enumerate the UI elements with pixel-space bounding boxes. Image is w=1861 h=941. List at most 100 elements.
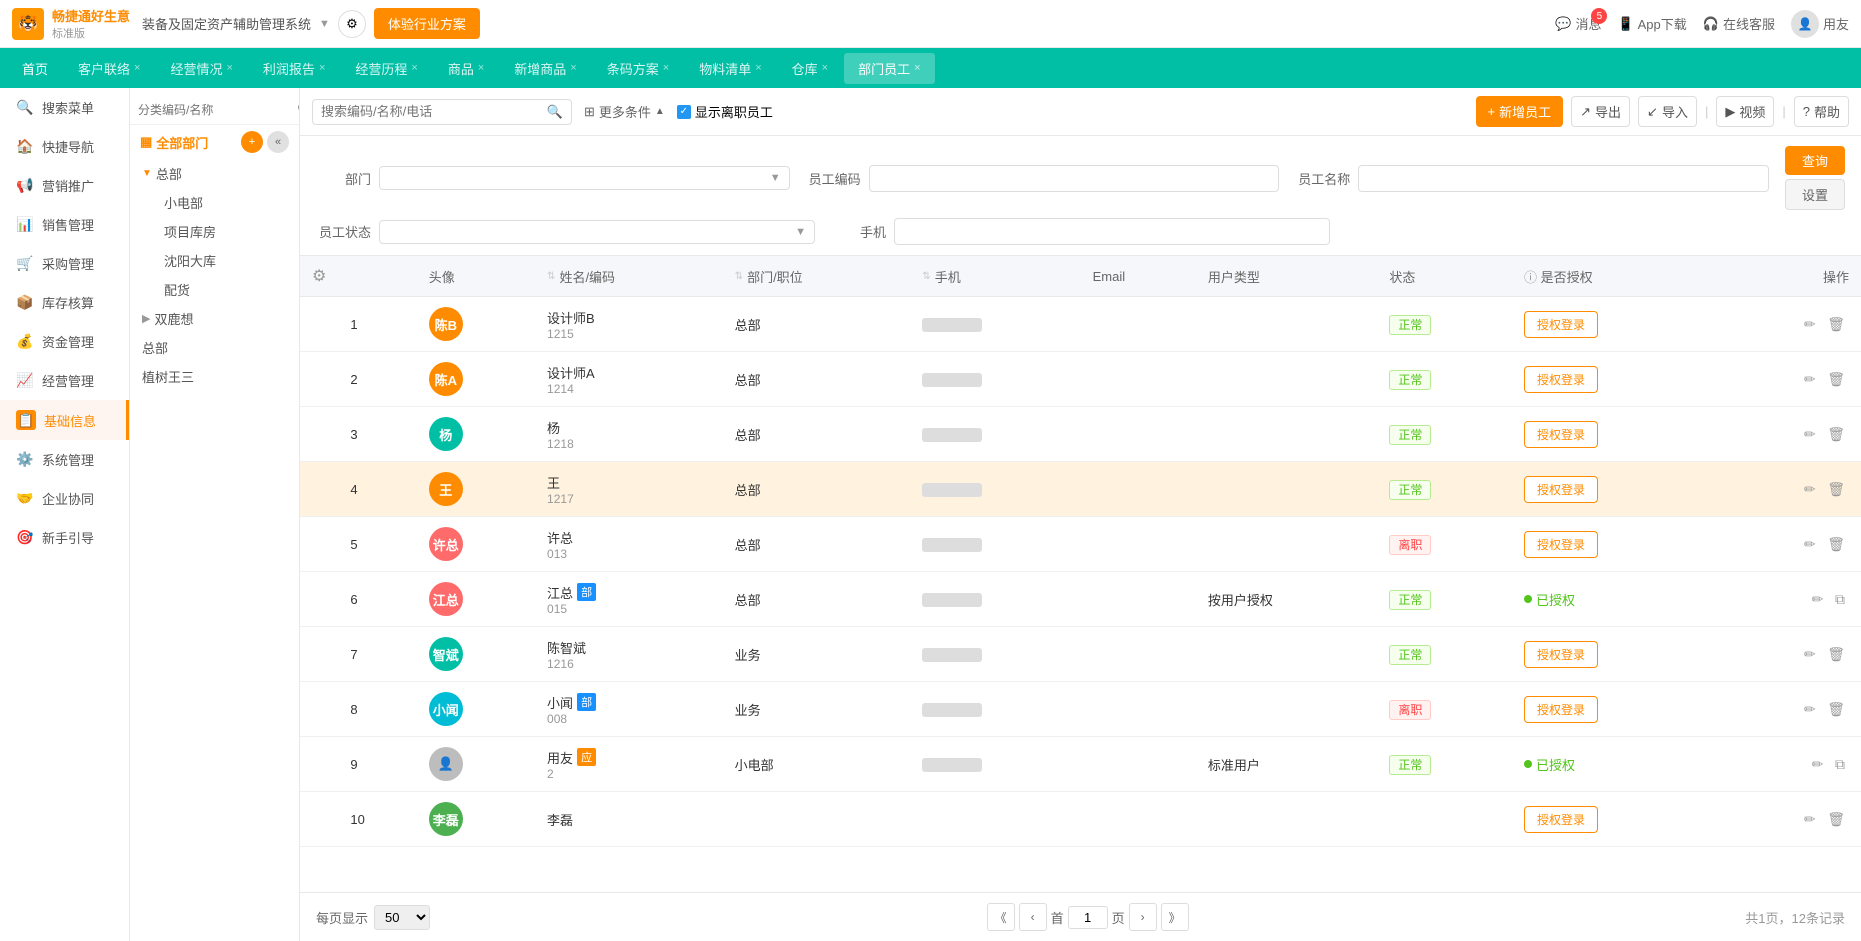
auth-btn-3[interactable]: 授权登录 (1524, 421, 1598, 448)
message-btn[interactable]: 💬 消息 5 (1555, 14, 1601, 33)
close-bom-tab[interactable]: × (755, 62, 761, 74)
dept-add-btn[interactable]: + (241, 131, 263, 153)
edit-btn-3[interactable]: ✏ (1800, 424, 1820, 445)
show-resigned-checkbox[interactable]: ✓ (677, 105, 691, 119)
sidebar-item-inventory[interactable]: 📦 库存核算 (0, 283, 129, 322)
edit-btn-4[interactable]: ✏ (1800, 479, 1820, 500)
search-input[interactable] (321, 104, 543, 119)
sidebar-item-guide[interactable]: 🎯 新手引导 (0, 518, 129, 557)
auth-btn-2[interactable]: 授权登录 (1524, 366, 1598, 393)
app-download-btn[interactable]: 📱 App下载 (1617, 14, 1686, 33)
edit-btn-10[interactable]: ✏ (1800, 809, 1820, 830)
th-dept[interactable]: ⇅ 部门/职位 (723, 256, 911, 297)
auth-btn-8[interactable]: 授权登录 (1524, 696, 1598, 723)
delete-btn-9[interactable]: ⧉ (1831, 754, 1849, 775)
sidebar-item-nav[interactable]: 🏠 快捷导航 (0, 127, 129, 166)
sidebar-item-collab[interactable]: 🤝 企业协同 (0, 479, 129, 518)
tab-dept-emp[interactable]: 部门员工 × (844, 53, 934, 84)
delete-btn-2[interactable]: 🗑 (1823, 369, 1849, 390)
sidebar-item-biz[interactable]: 📈 经营管理 (0, 361, 129, 400)
system-dropdown-arrow[interactable]: ▼ (319, 18, 330, 30)
delete-btn-7[interactable]: 🗑 (1823, 644, 1849, 665)
sidebar-item-finance[interactable]: 💰 资金管理 (0, 322, 129, 361)
dept-item-head[interactable]: ▼ 总部 (130, 159, 299, 188)
dept-search-input[interactable] (138, 103, 293, 117)
tab-profit[interactable]: 利润报告 × (249, 53, 339, 84)
user-area[interactable]: 👤 用友 (1791, 10, 1849, 38)
next-page-btn[interactable]: › (1129, 903, 1157, 931)
tab-barcode[interactable]: 条码方案 × (593, 53, 683, 84)
sidebar-item-purchase[interactable]: 🛒 采购管理 (0, 244, 129, 283)
delete-btn-4[interactable]: 🗑 (1823, 479, 1849, 500)
close-warehouse-tab[interactable]: × (822, 62, 828, 74)
delete-btn-10[interactable]: 🗑 (1823, 809, 1849, 830)
online-service-btn[interactable]: 🎧 在线客服 (1703, 14, 1775, 33)
delete-btn-1[interactable]: 🗑 (1823, 314, 1849, 335)
edit-btn-8[interactable]: ✏ (1800, 699, 1820, 720)
edit-btn-1[interactable]: ✏ (1800, 314, 1820, 335)
delete-btn-3[interactable]: 🗑 (1823, 424, 1849, 445)
tab-goods[interactable]: 商品 × (434, 53, 498, 84)
close-operation-tab[interactable]: × (226, 62, 232, 74)
add-employee-button[interactable]: + 新增员工 (1476, 96, 1564, 127)
sidebar-item-search[interactable]: 🔍 搜索菜单 (0, 88, 129, 127)
settings-icon[interactable]: ⚙ (338, 10, 366, 38)
dept-all-btn[interactable]: ▦ 全部部门 (140, 133, 208, 152)
trial-button[interactable]: 体验行业方案 (374, 8, 480, 39)
query-button[interactable]: 查询 (1785, 146, 1845, 175)
tab-operation[interactable]: 经营情况 × (156, 53, 246, 84)
dept-item-shuanglu[interactable]: ▶ 双鹿想 (130, 304, 299, 333)
sidebar-item-marketing[interactable]: 📢 营销推广 (0, 166, 129, 205)
dept-item-dispatch[interactable]: 配货 (152, 275, 299, 304)
page-size-select[interactable]: 50 100 200 (374, 905, 430, 930)
search-input-wrap[interactable]: 🔍 (312, 99, 572, 125)
auth-btn-4[interactable]: 授权登录 (1524, 476, 1598, 503)
close-barcode-tab[interactable]: × (663, 62, 669, 74)
phone-input[interactable] (894, 218, 1330, 245)
more-filter-btn[interactable]: ⊞ 更多条件 ▲ (584, 102, 665, 121)
dept-item-xd[interactable]: 小电部 (152, 188, 299, 217)
delete-btn-5[interactable]: 🗑 (1823, 534, 1849, 555)
emp-name-input[interactable] (1358, 165, 1769, 192)
tab-customer[interactable]: 客户联络 × (64, 53, 154, 84)
close-goods-tab[interactable]: × (478, 62, 484, 74)
import-button[interactable]: ↙ 导入 (1638, 96, 1697, 127)
dept-item-plant[interactable]: 植树王三 (130, 362, 299, 391)
edit-btn-2[interactable]: ✏ (1800, 369, 1820, 390)
dept-item-shenyang[interactable]: 沈阳大库 (152, 246, 299, 275)
dept-collapse-btn[interactable]: « (267, 131, 289, 153)
th-phone[interactable]: ⇅ 手机 (910, 256, 1080, 297)
auth-btn-1[interactable]: 授权登录 (1524, 311, 1598, 338)
edit-btn-6[interactable]: ✏ (1808, 589, 1828, 610)
export-button[interactable]: ↗ 导出 (1571, 96, 1630, 127)
edit-btn-7[interactable]: ✏ (1800, 644, 1820, 665)
dept-item-proj[interactable]: 项目库房 (152, 217, 299, 246)
sidebar-item-sales[interactable]: 📊 销售管理 (0, 205, 129, 244)
copy-btn-6[interactable]: ⧉ (1831, 589, 1849, 610)
show-resigned-wrap[interactable]: ✓ 显示离职员工 (677, 102, 773, 121)
delete-btn-8[interactable]: 🗑 (1823, 699, 1849, 720)
help-button[interactable]: ? 帮助 (1794, 96, 1849, 127)
tab-add-goods[interactable]: 新增商品 × (500, 53, 590, 84)
edit-btn-5[interactable]: ✏ (1800, 534, 1820, 555)
tab-home[interactable]: 首页 (8, 53, 62, 84)
close-history-tab[interactable]: × (411, 62, 417, 74)
close-add-goods-tab[interactable]: × (570, 62, 576, 74)
dept-select[interactable]: ▼ (379, 166, 790, 190)
close-customer-tab[interactable]: × (134, 62, 140, 74)
status-select[interactable]: ▼ (379, 220, 815, 244)
close-profit-tab[interactable]: × (319, 62, 325, 74)
edit-btn-9[interactable]: ✏ (1808, 754, 1828, 775)
prev-page-btn[interactable]: ‹ (1019, 903, 1047, 931)
tab-bom[interactable]: 物料清单 × (685, 53, 775, 84)
video-button[interactable]: ▶ 视频 (1716, 96, 1774, 127)
current-page-input[interactable] (1068, 906, 1108, 929)
emp-code-input[interactable] (869, 165, 1280, 192)
tab-history[interactable]: 经营历程 × (341, 53, 431, 84)
auth-btn-7[interactable]: 授权登录 (1524, 641, 1598, 668)
last-page-btn[interactable]: 》 (1161, 903, 1189, 931)
first-page-btn[interactable]: 《 (987, 903, 1015, 931)
auth-btn-5[interactable]: 授权登录 (1524, 531, 1598, 558)
column-settings-icon[interactable]: ⚙ (312, 268, 326, 285)
th-name[interactable]: ⇅ 姓名/编码 (535, 256, 723, 297)
